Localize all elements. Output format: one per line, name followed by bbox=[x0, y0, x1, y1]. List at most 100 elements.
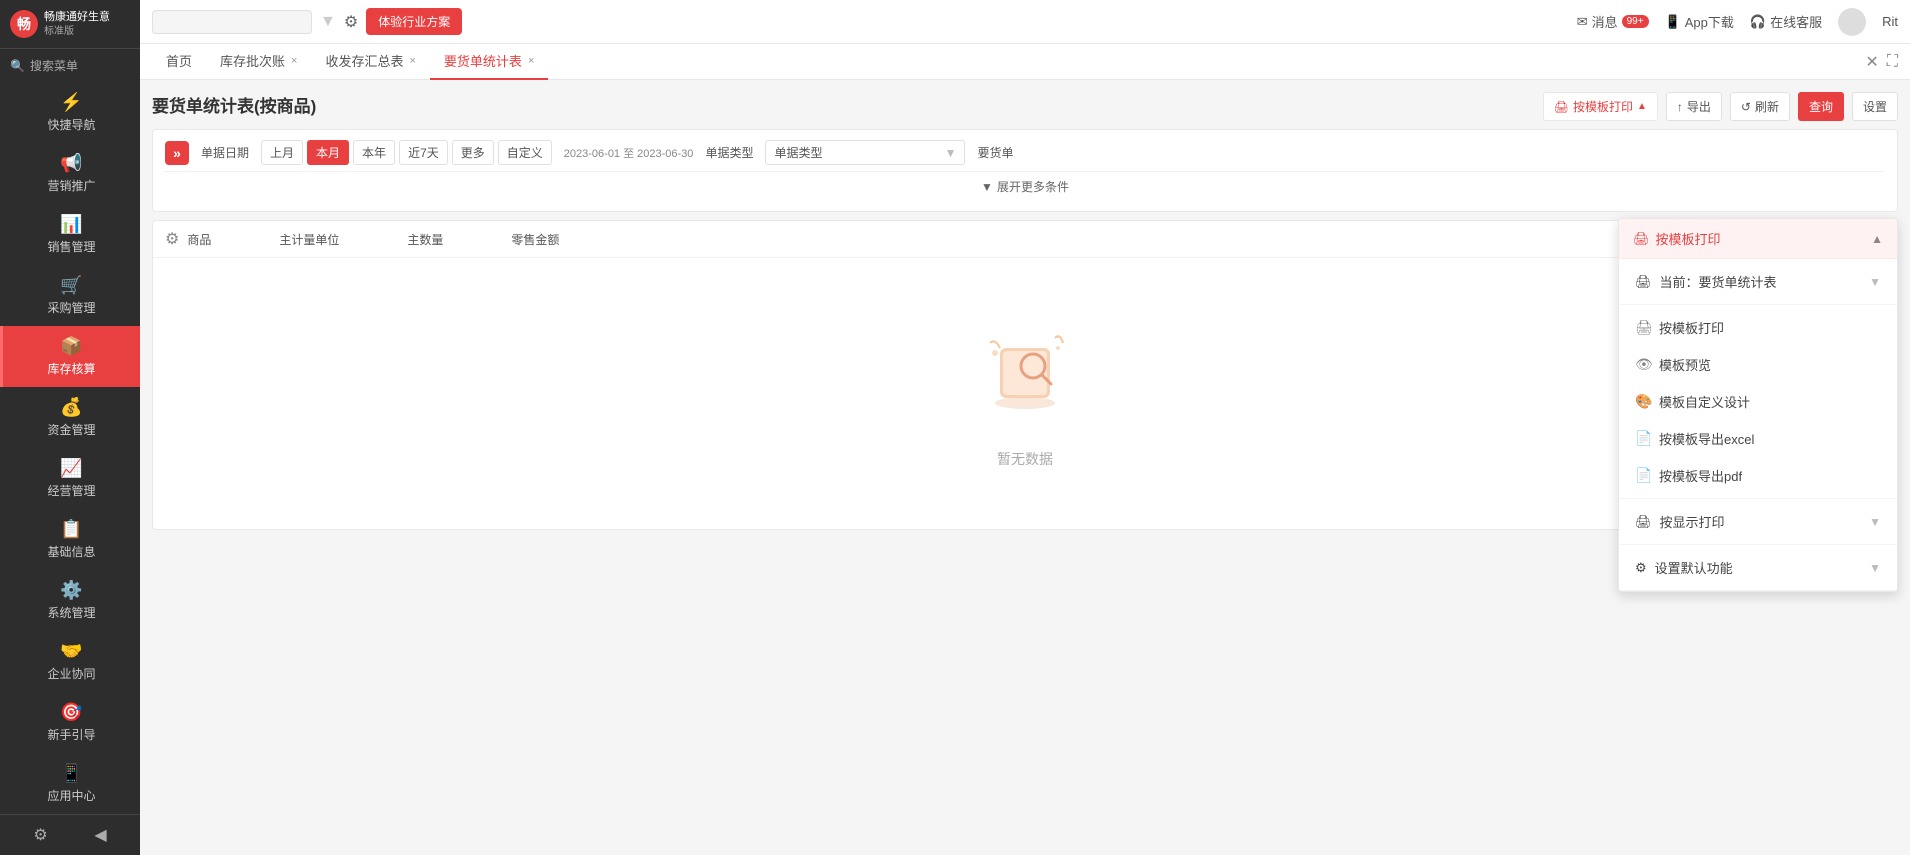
sidebar-item-system[interactable]: ⚙️ 系统管理 bbox=[0, 570, 140, 631]
template-print-label: 按模板打印 bbox=[1659, 318, 1724, 337]
user-avatar[interactable] bbox=[1838, 8, 1866, 36]
date-prev-month[interactable]: 上月 bbox=[261, 140, 303, 165]
dropdown-template-print[interactable]: 🖨 按模板打印 bbox=[1619, 309, 1897, 346]
retail-col-header: 零售金额 bbox=[511, 231, 559, 248]
set-default-arrow: ▼ bbox=[1869, 561, 1881, 575]
topbar-right: ✉ 消息 99+ 📱 App下载 🎧 在线客服 Rit bbox=[1577, 8, 1898, 36]
sidebar-item-basic[interactable]: 📋 基础信息 bbox=[0, 509, 140, 570]
sidebar-item-inventory[interactable]: 📦 库存核算 bbox=[0, 326, 140, 387]
search-menu-label: 搜索菜单 bbox=[30, 57, 78, 74]
collapse-icon[interactable]: ◀ bbox=[94, 825, 106, 845]
online-service-label: 在线客服 bbox=[1770, 12, 1822, 31]
headset-icon: 🎧 bbox=[1750, 14, 1766, 30]
tab-batch-accounts-close[interactable]: × bbox=[291, 55, 297, 67]
table-gear-icon[interactable]: ⚙ bbox=[165, 229, 179, 249]
notifications-item[interactable]: ✉ 消息 99+ bbox=[1577, 12, 1649, 31]
export-label: 导出 bbox=[1687, 98, 1711, 115]
sidebar-item-newbie[interactable]: 🎯 新手引导 bbox=[0, 692, 140, 753]
template-print-icon: 🖨 bbox=[1635, 319, 1651, 336]
display-print-left: 🖨 按显示打印 bbox=[1635, 512, 1725, 531]
date-current-month[interactable]: 本月 bbox=[307, 140, 349, 165]
tab-home-label: 首页 bbox=[166, 51, 192, 70]
sidebar-item-enterprise[interactable]: 🤝 企业协同 bbox=[0, 631, 140, 692]
date-7days[interactable]: 近7天 bbox=[399, 140, 448, 165]
printer-header-icon: 🖨 bbox=[1633, 231, 1650, 247]
display-print-label: 按显示打印 bbox=[1660, 512, 1725, 531]
order-type-label: 单据类型 bbox=[705, 144, 753, 161]
tab-home[interactable]: 首页 bbox=[152, 43, 206, 80]
dropdown-template-preview[interactable]: 👁 模板预览 bbox=[1619, 346, 1897, 383]
sidebar-item-app-center[interactable]: 📱 应用中心 bbox=[0, 753, 140, 814]
date-current-year[interactable]: 本年 bbox=[353, 140, 395, 165]
dropdown-current-label: 当前：要货单统计表 bbox=[1660, 272, 1777, 291]
newbie-icon: 🎯 bbox=[60, 702, 82, 723]
filter-row: » 单据日期 上月 本月 本年 近7天 更多 自定义 2023-06-01 至 … bbox=[165, 140, 1885, 165]
order-type-select[interactable]: 单据类型 ▼ bbox=[765, 140, 965, 165]
search-divider: ▼ bbox=[320, 13, 336, 31]
query-btn[interactable]: 查询 bbox=[1798, 92, 1844, 121]
refresh-icon: ↺ bbox=[1741, 100, 1751, 114]
close-window-icon[interactable]: ✕ bbox=[1865, 52, 1878, 72]
sidebar-item-operations[interactable]: 📈 经营管理 bbox=[0, 448, 140, 509]
sidebar: 畅 畅康通好生意 标准版 🔍 搜索菜单 ⚡ 快捷导航 📢 营销推广 📊 销售管理… bbox=[0, 0, 140, 855]
dropdown-header: 🖨 按模板打印 ▲ bbox=[1619, 219, 1897, 259]
username-label: Rit bbox=[1882, 14, 1898, 29]
topbar-search-input[interactable] bbox=[152, 10, 312, 34]
expand-more-btn[interactable]: ▼ 展开更多条件 bbox=[165, 171, 1885, 201]
sidebar-item-finance[interactable]: 💰 资金管理 bbox=[0, 387, 140, 448]
industry-btn[interactable]: 体验行业方案 bbox=[366, 8, 462, 35]
page-content: 要货单统计表(按商品) 🖨 按模板打印 ▲ ↑ 导出 ↺ 刷新 查询 设置 » bbox=[140, 80, 1910, 855]
purchase-icon: 🛒 bbox=[60, 275, 82, 296]
display-print-arrow: ▼ bbox=[1869, 515, 1881, 529]
topbar: ▼ ⚙ 体验行业方案 ✉ 消息 99+ 📱 App下载 🎧 在线客服 Rit bbox=[140, 0, 1910, 44]
date-custom[interactable]: 自定义 bbox=[498, 140, 552, 165]
search-icon: 🔍 bbox=[10, 59, 25, 73]
sidebar-item-label: 资金管理 bbox=[47, 421, 95, 438]
empty-illustration bbox=[975, 318, 1075, 437]
set-default-icon: ⚙ bbox=[1635, 560, 1647, 576]
order-status-label: 要货单 bbox=[977, 144, 1013, 161]
tab-receipt-summary-close[interactable]: × bbox=[409, 55, 415, 67]
dropdown-template-custom[interactable]: 🎨 模板自定义设计 bbox=[1619, 383, 1897, 420]
sidebar-bottom: ⚙ ◀ bbox=[0, 814, 140, 855]
sales-icon: 📊 bbox=[60, 214, 82, 235]
sidebar-item-purchase[interactable]: 🛒 采购管理 bbox=[0, 265, 140, 326]
online-service-item[interactable]: 🎧 在线客服 bbox=[1750, 12, 1822, 31]
sidebar-item-sales[interactable]: 📊 销售管理 bbox=[0, 204, 140, 265]
dropdown-set-default[interactable]: ⚙ 设置默认功能 ▼ bbox=[1619, 549, 1897, 586]
date-group: 上月 本月 本年 近7天 更多 自定义 bbox=[261, 140, 552, 165]
sidebar-item-label: 采购管理 bbox=[47, 299, 95, 316]
sidebar-item-quick-nav[interactable]: ⚡ 快捷导航 bbox=[0, 82, 140, 143]
print-template-label: 按模板打印 bbox=[1573, 98, 1633, 115]
basic-icon: 📋 bbox=[60, 519, 82, 540]
print-dropdown-popup: 🖨 按模板打印 ▲ 🖨 当前：要货单统计表 ▼ 🖨 bbox=[1618, 218, 1898, 592]
search-menu-item[interactable]: 🔍 搜索菜单 bbox=[0, 49, 140, 82]
tab-batch-accounts[interactable]: 库存批次账 × bbox=[206, 43, 311, 80]
filter-expand-btn[interactable]: » bbox=[165, 141, 189, 165]
tab-order-stats-close[interactable]: × bbox=[528, 55, 534, 67]
tab-receipt-summary[interactable]: 收发存汇总表 × bbox=[311, 43, 429, 80]
dropdown-display-print[interactable]: 🖨 按显示打印 ▼ bbox=[1619, 503, 1897, 540]
tab-order-stats[interactable]: 要货单统计表 × bbox=[430, 43, 548, 80]
refresh-btn[interactable]: ↺ 刷新 bbox=[1730, 92, 1790, 121]
settings-bottom-icon[interactable]: ⚙ bbox=[33, 825, 47, 845]
app-download-item[interactable]: 📱 App下载 bbox=[1665, 12, 1734, 31]
sidebar-item-label: 营销推广 bbox=[47, 177, 95, 194]
refresh-label: 刷新 bbox=[1755, 98, 1779, 115]
dropdown-export-excel[interactable]: 📄 按模板导出excel bbox=[1619, 420, 1897, 457]
print-template-btn[interactable]: 🖨 按模板打印 ▲ bbox=[1543, 92, 1658, 121]
export-btn[interactable]: ↑ 导出 bbox=[1666, 92, 1722, 121]
unit-col-header: 主计量单位 bbox=[279, 231, 339, 248]
enterprise-icon: 🤝 bbox=[60, 641, 82, 662]
dropdown-current-item[interactable]: 🖨 当前：要货单统计表 ▼ bbox=[1619, 263, 1897, 300]
date-range-display: 2023-06-01 至 2023-06-30 bbox=[564, 145, 694, 161]
dropdown-collapse-icon[interactable]: ▲ bbox=[1871, 232, 1883, 246]
date-more[interactable]: 更多 bbox=[452, 140, 494, 165]
dropdown-export-pdf[interactable]: 📄 按模板导出pdf bbox=[1619, 457, 1897, 494]
settings-btn[interactable]: 设置 bbox=[1852, 92, 1898, 121]
main-content: ▼ ⚙ 体验行业方案 ✉ 消息 99+ 📱 App下载 🎧 在线客服 Rit 首… bbox=[140, 0, 1910, 855]
topbar-gear-icon[interactable]: ⚙ bbox=[344, 12, 358, 32]
sidebar-item-marketing[interactable]: 📢 营销推广 bbox=[0, 143, 140, 204]
dropdown-current-left: 🖨 当前：要货单统计表 bbox=[1635, 272, 1777, 291]
maximize-icon[interactable]: ⛶ bbox=[1887, 53, 1898, 71]
